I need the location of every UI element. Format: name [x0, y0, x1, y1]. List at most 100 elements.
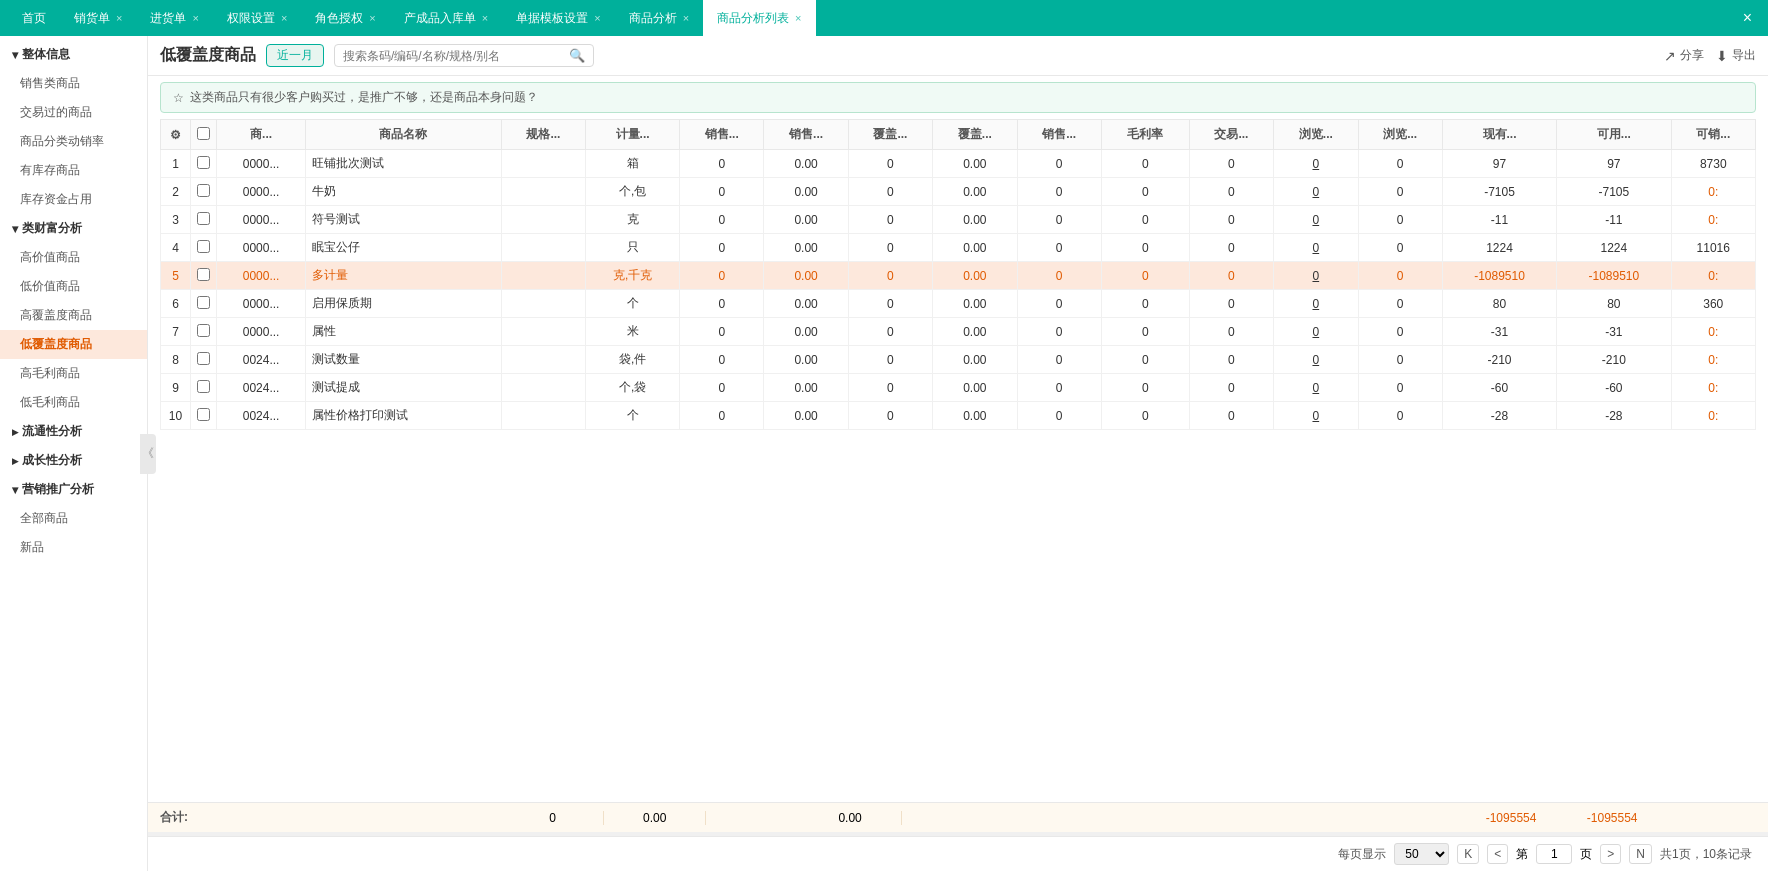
row-view1[interactable]: 0: [1274, 206, 1358, 234]
filter-period-button[interactable]: 近一月: [266, 44, 324, 67]
sidebar-item-capital[interactable]: 库存资金占用: [0, 185, 147, 214]
page-size-label: 每页显示: [1338, 846, 1386, 863]
row-trans: 0: [1189, 206, 1273, 234]
row-checkbox[interactable]: [191, 290, 217, 318]
row-view1[interactable]: 0: [1274, 402, 1358, 430]
checkbox-col-header[interactable]: [191, 120, 217, 150]
sidebar-group-overall[interactable]: ▾ 整体信息: [0, 40, 147, 69]
row-checkbox[interactable]: [191, 402, 217, 430]
row-stock2: -60: [1557, 374, 1671, 402]
close-icon[interactable]: ×: [192, 12, 198, 24]
row-checkbox[interactable]: [191, 150, 217, 178]
row-trans: 0: [1189, 374, 1273, 402]
sidebar-item-low-value[interactable]: 低价值商品: [0, 272, 147, 301]
nav-tab-purchase[interactable]: 进货单 ×: [136, 0, 212, 36]
sidebar-item-high-coverage[interactable]: 高覆盖度商品: [0, 301, 147, 330]
search-icon[interactable]: [569, 48, 585, 63]
top-nav: 首页 销货单 × 进货单 × 权限设置 × 角色授权 × 产成品入库单 × 单据…: [0, 0, 1768, 36]
nav-tab-role[interactable]: 角色授权 ×: [301, 0, 389, 36]
chevron-down-icon: ▾: [12, 222, 18, 236]
row-view1[interactable]: 0: [1274, 346, 1358, 374]
sidebar-group-wealth[interactable]: ▾ 类财富分析: [0, 214, 147, 243]
sidebar-group-flow[interactable]: ▸ 流通性分析: [0, 417, 147, 446]
row-spec: [501, 206, 585, 234]
nav-tab-template[interactable]: 单据模板设置 ×: [502, 0, 614, 36]
page-label: 第: [1516, 846, 1528, 863]
row-spec: [501, 374, 585, 402]
page-number-input[interactable]: [1536, 844, 1572, 864]
col-view2: 浏览...: [1358, 120, 1442, 150]
page-title: 低覆盖度商品: [160, 45, 256, 66]
row-view1[interactable]: 0: [1274, 262, 1358, 290]
row-checkbox[interactable]: [191, 318, 217, 346]
page-size-select[interactable]: 50 100: [1394, 843, 1449, 865]
row-view1[interactable]: 0: [1274, 178, 1358, 206]
nav-tab-sales[interactable]: 销货单 ×: [60, 0, 136, 36]
row-checkbox[interactable]: [191, 234, 217, 262]
row-no: 9: [161, 374, 191, 402]
row-trans: 0: [1189, 402, 1273, 430]
sidebar-item-all-goods[interactable]: 全部商品: [0, 504, 147, 533]
row-name: 多计量: [306, 262, 502, 290]
row-view1[interactable]: 0: [1274, 150, 1358, 178]
row-checkbox[interactable]: [191, 178, 217, 206]
sidebar-item-in-stock[interactable]: 有库存商品: [0, 156, 147, 185]
prev-page-button[interactable]: <: [1487, 844, 1508, 864]
close-icon[interactable]: ×: [482, 12, 488, 24]
close-icon[interactable]: ×: [369, 12, 375, 24]
row-name: 牛奶: [306, 178, 502, 206]
row-view1[interactable]: 0: [1274, 318, 1358, 346]
chevron-down-icon: ▾: [12, 48, 18, 62]
sidebar-group-marketing[interactable]: ▾ 营销推广分析: [0, 475, 147, 504]
close-icon[interactable]: ×: [116, 12, 122, 24]
export-button[interactable]: 导出: [1716, 47, 1756, 64]
sidebar-item-low-gross[interactable]: 低毛利商品: [0, 388, 147, 417]
row-checkbox[interactable]: [191, 206, 217, 234]
header-actions: 分享 导出: [1664, 47, 1756, 64]
row-unit: 袋,件: [586, 346, 680, 374]
row-checkbox[interactable]: [191, 374, 217, 402]
nav-tab-analysis-list[interactable]: 商品分析列表 ×: [703, 0, 815, 36]
sidebar-item-new-goods[interactable]: 新品: [0, 533, 147, 562]
share-button[interactable]: 分享: [1664, 47, 1704, 64]
row-view1[interactable]: 0: [1274, 374, 1358, 402]
row-stock2: -1089510: [1557, 262, 1671, 290]
row-checkbox[interactable]: [191, 346, 217, 374]
row-stock1: 80: [1442, 290, 1556, 318]
sidebar-group-growth[interactable]: ▸ 成长性分析: [0, 446, 147, 475]
row-cov1: 0: [848, 402, 932, 430]
nav-tab-home[interactable]: 首页: [8, 0, 60, 36]
close-all-button[interactable]: ×: [1735, 9, 1760, 27]
search-input[interactable]: [343, 49, 563, 63]
first-page-button[interactable]: K: [1457, 844, 1479, 864]
sidebar-collapse-button[interactable]: 《: [140, 434, 156, 474]
row-trans: 0: [1189, 150, 1273, 178]
select-all-checkbox[interactable]: [197, 127, 210, 140]
sidebar-item-traded-goods[interactable]: 交易过的商品: [0, 98, 147, 127]
row-stock2: -28: [1557, 402, 1671, 430]
row-stock1: 1224: [1442, 234, 1556, 262]
close-icon[interactable]: ×: [281, 12, 287, 24]
row-trans: 0: [1189, 346, 1273, 374]
settings-col-header[interactable]: [161, 120, 191, 150]
sidebar-item-high-value[interactable]: 高价值商品: [0, 243, 147, 272]
row-view1[interactable]: 0: [1274, 234, 1358, 262]
row-cov1: 0: [848, 262, 932, 290]
nav-tab-analysis[interactable]: 商品分析 ×: [615, 0, 703, 36]
close-icon[interactable]: ×: [795, 12, 801, 24]
nav-tab-permission[interactable]: 权限设置 ×: [213, 0, 301, 36]
sidebar-item-high-gross[interactable]: 高毛利商品: [0, 359, 147, 388]
table-row: 3 0000... 符号测试 克 0 0.00 0 0.00 0 0 0 0 0…: [161, 206, 1756, 234]
next-page-button[interactable]: >: [1600, 844, 1621, 864]
sidebar-item-sales-goods[interactable]: 销售类商品: [0, 69, 147, 98]
nav-tab-product[interactable]: 产成品入库单 ×: [390, 0, 502, 36]
close-icon[interactable]: ×: [683, 12, 689, 24]
row-sales3: 0: [1017, 262, 1101, 290]
sidebar-item-category-rate[interactable]: 商品分类动销率: [0, 127, 147, 156]
sidebar-item-low-coverage[interactable]: 低覆盖度商品: [0, 330, 147, 359]
close-icon[interactable]: ×: [594, 12, 600, 24]
last-page-button[interactable]: N: [1629, 844, 1652, 864]
row-view1[interactable]: 0: [1274, 290, 1358, 318]
row-checkbox[interactable]: [191, 262, 217, 290]
search-box: [334, 44, 594, 67]
